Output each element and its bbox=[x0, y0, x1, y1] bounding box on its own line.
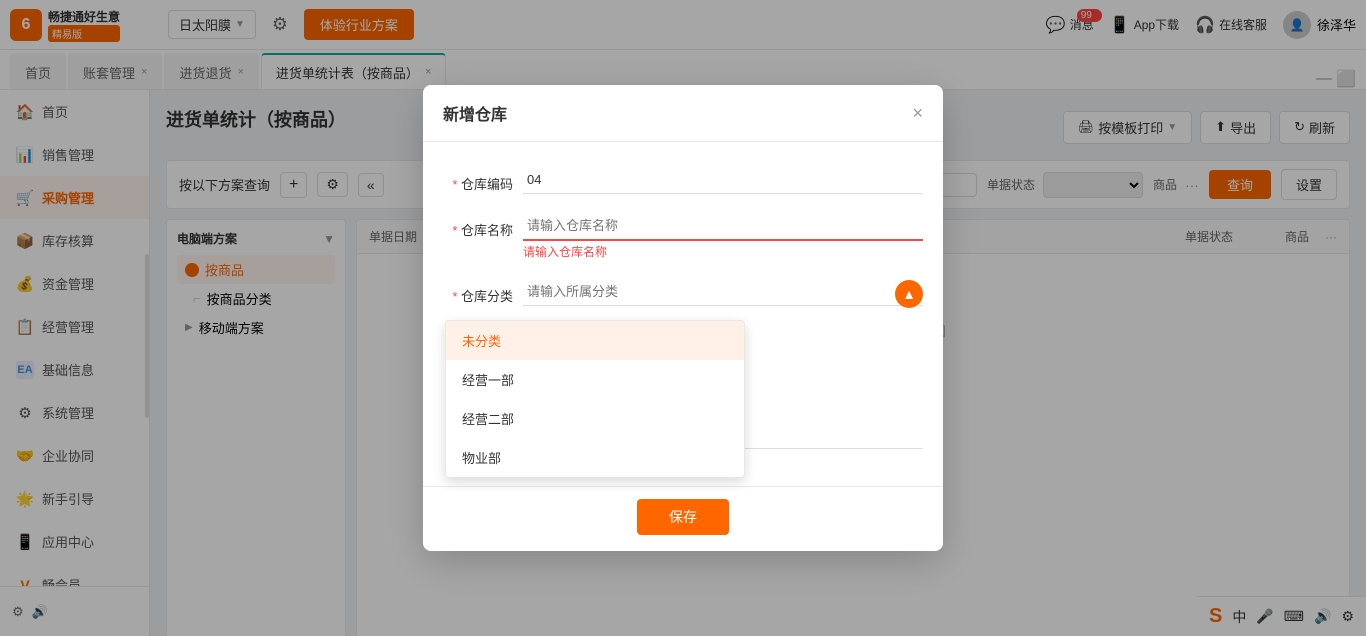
name-input[interactable] bbox=[523, 212, 923, 241]
code-field bbox=[523, 166, 923, 194]
dropdown-item-dept1[interactable]: 经营一部 bbox=[446, 360, 744, 399]
modal-overlay[interactable]: 新增仓库 × 仓库编码 仓库名称 请输入仓库名称 仓库分类 bbox=[0, 0, 1366, 636]
modal-header: 新增仓库 × bbox=[423, 85, 943, 142]
category-label: 仓库分类 bbox=[443, 278, 523, 305]
category-dropdown-list: 未分类 经营一部 经营二部 物业部 bbox=[445, 320, 745, 478]
modal-body: 仓库编码 仓库名称 请输入仓库名称 仓库分类 ▲ bbox=[423, 142, 943, 486]
name-field: 请输入仓库名称 bbox=[523, 212, 923, 260]
form-row-code: 仓库编码 bbox=[443, 166, 923, 194]
modal-dialog: 新增仓库 × 仓库编码 仓库名称 请输入仓库名称 仓库分类 bbox=[423, 85, 943, 551]
save-button[interactable]: 保存 bbox=[637, 499, 729, 535]
category-dropdown-toggle[interactable]: ▲ bbox=[895, 280, 923, 308]
dropdown-item-property[interactable]: 物业部 bbox=[446, 438, 744, 477]
category-field: ▲ 未分类 经营一部 经营二部 物业部 bbox=[523, 278, 923, 306]
category-input[interactable] bbox=[523, 278, 923, 306]
modal-title: 新增仓库 bbox=[443, 101, 507, 125]
name-error-msg: 请输入仓库名称 bbox=[523, 243, 923, 260]
dropdown-item-uncategorized[interactable]: 未分类 bbox=[446, 321, 744, 360]
form-row-name: 仓库名称 请输入仓库名称 bbox=[443, 212, 923, 260]
modal-close-button[interactable]: × bbox=[912, 104, 923, 122]
dropdown-item-dept2[interactable]: 经营二部 bbox=[446, 399, 744, 438]
name-label: 仓库名称 bbox=[443, 212, 523, 239]
modal-footer: 保存 bbox=[423, 486, 943, 551]
code-input[interactable] bbox=[523, 166, 923, 194]
form-row-category: 仓库分类 ▲ 未分类 经营一部 经营二部 物业部 bbox=[443, 278, 923, 306]
code-label: 仓库编码 bbox=[443, 166, 523, 193]
